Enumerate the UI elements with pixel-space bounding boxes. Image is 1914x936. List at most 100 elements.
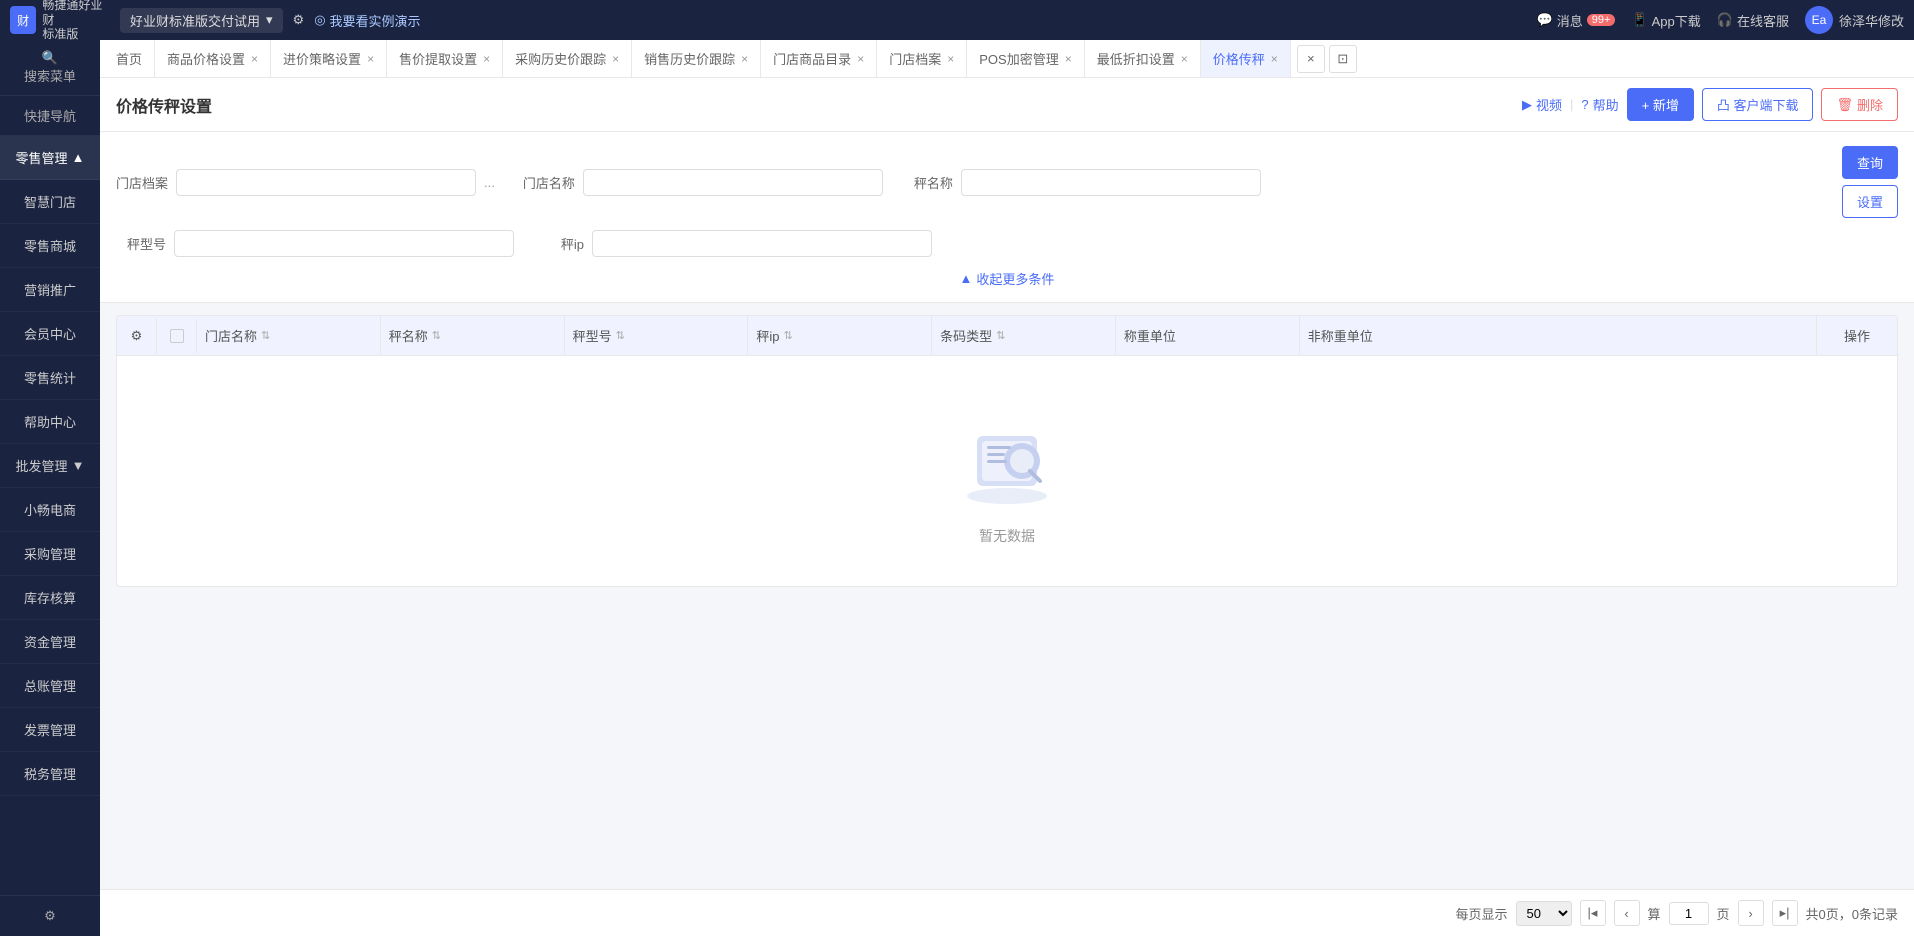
tab-price-extract[interactable]: 售价提取设置 × xyxy=(387,40,503,78)
sort-icon-scale-ip[interactable]: ⇅ xyxy=(783,329,792,342)
tab-pos-management[interactable]: POS加密管理 × xyxy=(967,40,1084,78)
sidebar-settings-btn[interactable]: ⚙ xyxy=(0,895,100,936)
tab-close-price-scale[interactable]: × xyxy=(1271,52,1278,66)
sidebar-item-purchase-management[interactable]: 采购管理 xyxy=(0,532,100,576)
sort-icon-scale-name[interactable]: ⇅ xyxy=(432,329,441,342)
page-number-input[interactable] xyxy=(1669,902,1709,925)
tab-close-purchase-history[interactable]: × xyxy=(612,52,619,66)
tab-close-min-discount[interactable]: × xyxy=(1181,52,1188,66)
tab-product-pricing[interactable]: 商品价格设置 × xyxy=(155,40,271,78)
online-service-btn[interactable]: 🎧 在线客服 xyxy=(1717,11,1789,30)
next-page-icon: › xyxy=(1748,906,1752,921)
page-header: 价格传秤设置 ▶ 视频 | ? 帮助 + 新增 凸 客户端下载 xyxy=(100,78,1914,132)
sort-icon-scale-model[interactable]: ⇅ xyxy=(616,329,625,342)
tab-sales-history[interactable]: 销售历史价跟踪 × xyxy=(632,40,761,78)
tab-purchase-strategy[interactable]: 进价策略设置 × xyxy=(271,40,387,78)
sidebar-item-general-ledger[interactable]: 总账管理 xyxy=(0,664,100,708)
tab-store-archive[interactable]: 门店档案 × xyxy=(877,40,967,78)
page-unit: 页 xyxy=(1717,904,1730,923)
help-link[interactable]: ? 帮助 xyxy=(1581,95,1618,114)
tab-purchase-history[interactable]: 采购历史价跟踪 × xyxy=(503,40,632,78)
next-page-btn[interactable]: › xyxy=(1738,900,1764,926)
tab-min-discount[interactable]: 最低折扣设置 × xyxy=(1085,40,1201,78)
th-checkbox[interactable] xyxy=(157,319,197,353)
sidebar-item-inventory[interactable]: 库存核算 xyxy=(0,576,100,620)
version-selector[interactable]: 好业财标准版交付试用 ▾ xyxy=(120,8,283,33)
tab-close-current-btn[interactable]: × xyxy=(1297,45,1325,73)
sidebar-item-retail-stats[interactable]: 零售统计 xyxy=(0,356,100,400)
th-non-weight-unit: 非称重单位 xyxy=(1300,316,1817,355)
sidebar-quick-nav[interactable]: 快捷导航 xyxy=(0,96,100,136)
scale-ip-input[interactable] xyxy=(592,230,932,257)
sidebar-item-label: 批发管理 xyxy=(16,456,68,475)
settings-form-btn[interactable]: 设置 xyxy=(1842,185,1898,218)
add-btn[interactable]: + 新增 xyxy=(1627,88,1694,121)
store-name-input[interactable] xyxy=(583,169,883,196)
form-row-2: 秤型号 秤ip xyxy=(116,230,1898,257)
th-store-name: 门店名称 ⇅ xyxy=(197,316,381,355)
gear-icon: ⚙ xyxy=(44,908,56,923)
th-settings[interactable]: ⚙ xyxy=(117,318,157,354)
messages-btn[interactable]: 💬 消息 99+ xyxy=(1537,11,1616,30)
tab-close-product-pricing[interactable]: × xyxy=(251,52,258,66)
collapse-btn[interactable]: ▲ 收起更多条件 xyxy=(960,269,1055,288)
first-page-btn[interactable]: |◂ xyxy=(1580,900,1606,926)
sidebar-item-help-center[interactable]: 帮助中心 xyxy=(0,400,100,444)
sidebar-item-label: 总账管理 xyxy=(24,676,76,695)
store-archive-label: 门店档案 xyxy=(116,173,168,192)
sidebar-item-retail-management[interactable]: 零售管理 ▲ xyxy=(0,136,100,180)
tab-close-sales-history[interactable]: × xyxy=(741,52,748,66)
delete-btn[interactable]: 🗑 删除 xyxy=(1821,88,1898,121)
tab-fullscreen-btn[interactable]: ⊡ xyxy=(1329,45,1357,73)
download-client-btn[interactable]: 凸 客户端下载 xyxy=(1702,88,1814,121)
sort-icon-store[interactable]: ⇅ xyxy=(261,329,270,342)
form-field-scale-ip: 秤ip xyxy=(534,230,932,257)
sidebar-item-invoice-management[interactable]: 发票管理 xyxy=(0,708,100,752)
per-page-label: 每页显示 xyxy=(1455,904,1507,923)
sidebar-item-retail-mall[interactable]: 零售商城 xyxy=(0,224,100,268)
tab-home[interactable]: 首页 xyxy=(104,40,155,78)
demo-link[interactable]: ◎ 我要看实例演示 xyxy=(314,11,420,30)
last-page-btn[interactable]: ▸| xyxy=(1772,900,1798,926)
tab-price-scale[interactable]: 价格传秤 × xyxy=(1201,40,1291,78)
th-scale-model: 秤型号 ⇅ xyxy=(565,316,749,355)
sidebar-item-label: 采购管理 xyxy=(24,544,76,563)
scale-name-input[interactable] xyxy=(961,169,1261,196)
scale-model-input[interactable] xyxy=(174,230,514,257)
sidebar-item-capital-management[interactable]: 资金管理 xyxy=(0,620,100,664)
sidebar-item-xiaochangec[interactable]: 小畅电商 xyxy=(0,488,100,532)
prev-page-btn[interactable]: ‹ xyxy=(1614,900,1640,926)
sidebar-item-smart-store[interactable]: 智慧门店 xyxy=(0,180,100,224)
store-archive-input-wrapper: ... xyxy=(176,169,503,196)
per-page-select[interactable]: 50 10 20 100 xyxy=(1516,901,1572,926)
store-archive-input[interactable] xyxy=(176,169,476,196)
video-link[interactable]: ▶ 视频 xyxy=(1522,95,1562,114)
form-field-store-name: 门店名称 xyxy=(523,169,883,196)
settings-icon-top[interactable]: ⚙ xyxy=(293,12,305,28)
sidebar-item-wholesale-management[interactable]: 批发管理 ▼ xyxy=(0,444,100,488)
page-actions: ▶ 视频 | ? 帮助 + 新增 凸 客户端下载 🗑 xyxy=(1522,88,1898,121)
app-download-btn[interactable]: 📱 App下载 xyxy=(1631,11,1700,30)
form-field-scale-model: 秤型号 xyxy=(116,230,514,257)
empty-illustration xyxy=(947,396,1067,516)
search-btn[interactable]: 查询 xyxy=(1842,146,1898,179)
tab-close-price-extract[interactable]: × xyxy=(483,52,490,66)
tab-close-purchase-strategy[interactable]: × xyxy=(367,52,374,66)
sidebar-item-tax-management[interactable]: 税务管理 xyxy=(0,752,100,796)
user-menu-btn[interactable]: Ea 徐泽华修改 xyxy=(1805,6,1904,34)
th-scale-ip: 秤ip ⇅ xyxy=(748,316,932,355)
tab-close-store-archive[interactable]: × xyxy=(947,52,954,66)
sort-icon-barcode-type[interactable]: ⇅ xyxy=(996,329,1005,342)
tab-close-store-catalog[interactable]: × xyxy=(857,52,864,66)
sidebar-item-marketing[interactable]: 营销推广 xyxy=(0,268,100,312)
header-checkbox[interactable] xyxy=(170,329,184,343)
main-layout: 🔍 搜索菜单 快捷导航 零售管理 ▲ 智慧门店 零售商城 营销推广 会员中心 零… xyxy=(0,40,1914,936)
sidebar-search[interactable]: 🔍 搜索菜单 xyxy=(0,40,100,96)
store-archive-ellipsis-btn[interactable]: ... xyxy=(476,170,503,195)
tab-store-catalog[interactable]: 门店商品目录 × xyxy=(761,40,877,78)
sidebar-item-label: 智慧门店 xyxy=(24,192,76,211)
chevron-down-icon: ▾ xyxy=(266,12,273,28)
download-icon: 📱 xyxy=(1631,12,1647,28)
tab-close-pos-management[interactable]: × xyxy=(1065,52,1072,66)
sidebar-item-member-center[interactable]: 会员中心 xyxy=(0,312,100,356)
